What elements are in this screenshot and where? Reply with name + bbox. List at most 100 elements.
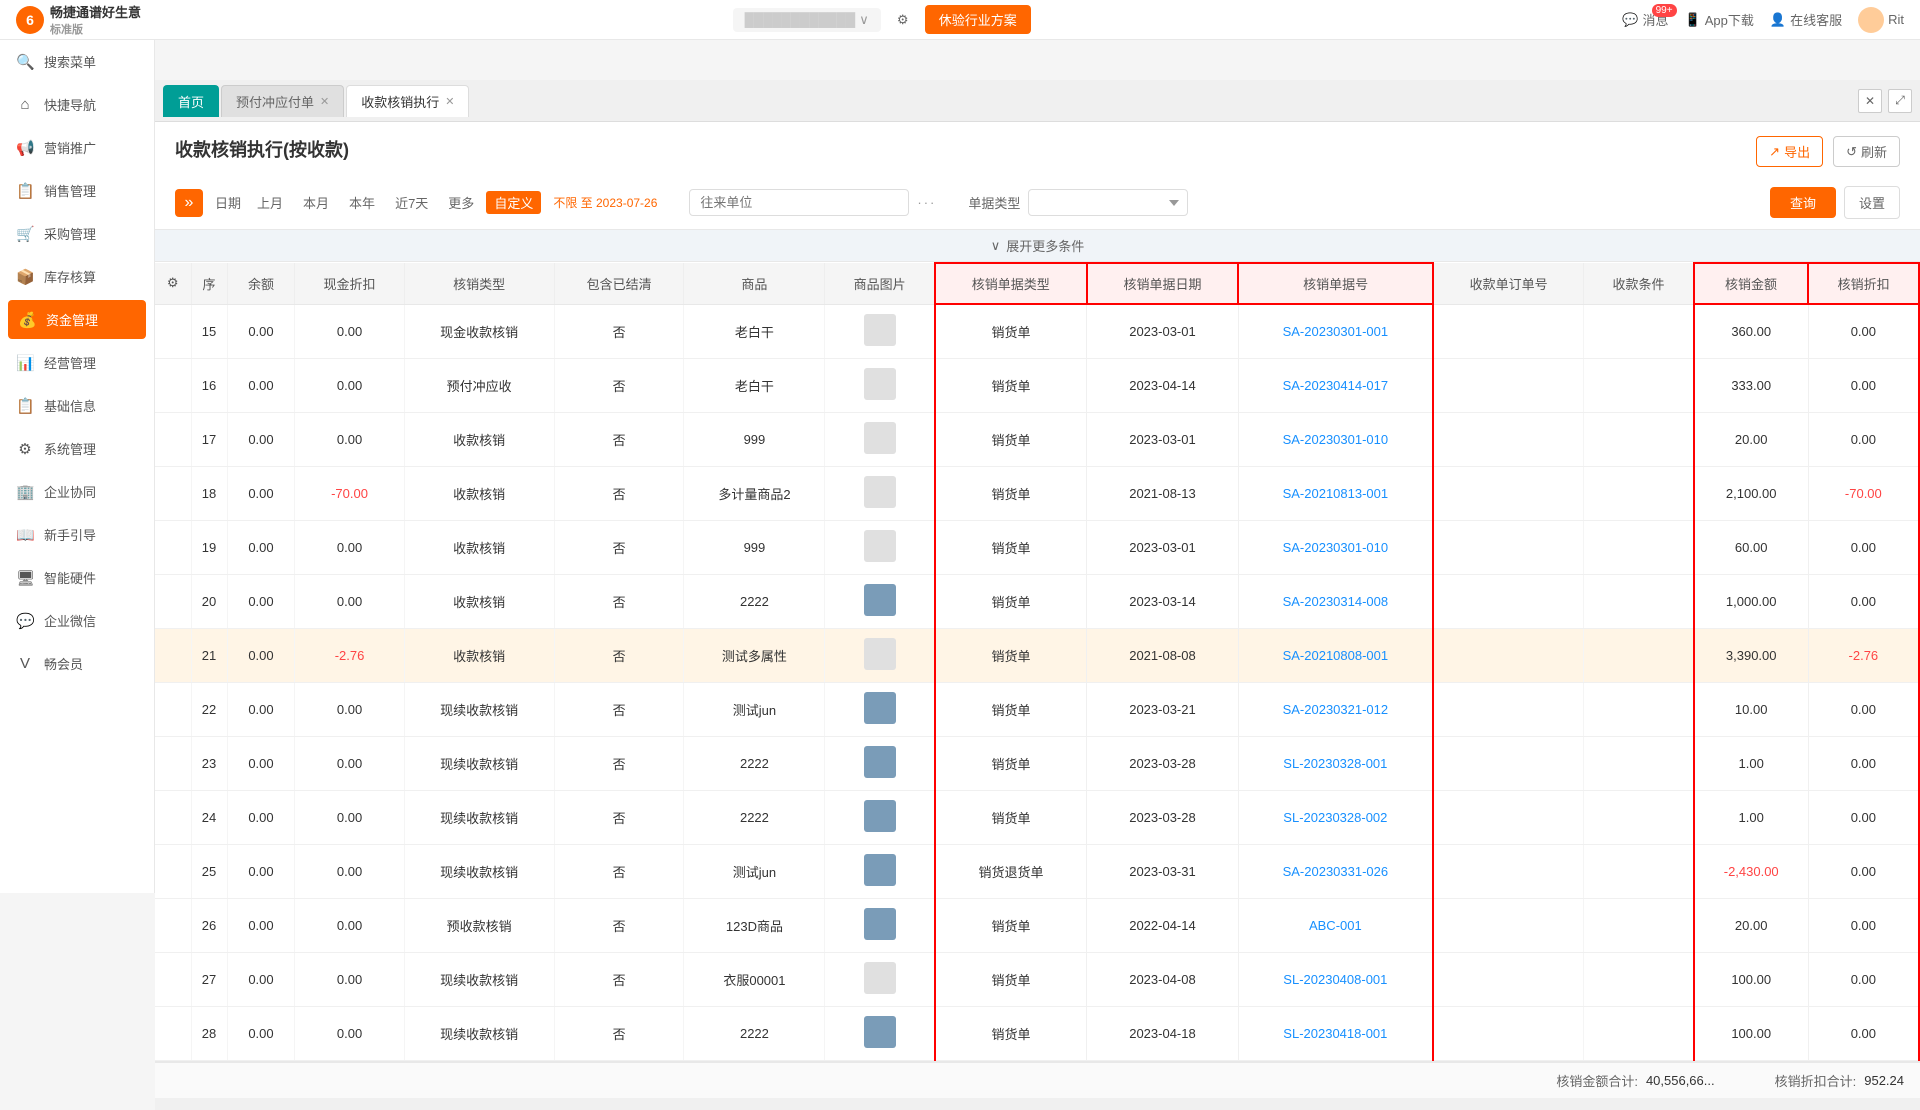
- cell-balance: 0.00: [227, 304, 295, 358]
- cell-product: 2222: [684, 736, 825, 790]
- bill-no-link[interactable]: SA-20210808-001: [1283, 648, 1389, 663]
- date-opt-last-month[interactable]: 上月: [249, 191, 291, 214]
- bill-no-link[interactable]: ABC-001: [1309, 918, 1362, 933]
- bill-no-link[interactable]: SA-20210813-001: [1283, 486, 1389, 501]
- expand-more-bar[interactable]: ∨ 展开更多条件: [155, 230, 1920, 262]
- sidebar-item-system[interactable]: ⚙ 系统管理: [0, 427, 154, 470]
- cell-balance: 0.00: [227, 952, 295, 1006]
- finance-icon: 💰: [18, 311, 36, 329]
- date-options: 上月 本月 本年 近7天 更多 自定义: [249, 191, 541, 214]
- cell-writeoff-bill-type: 销货单: [935, 304, 1087, 358]
- sidebar-item-hardware[interactable]: 🖥 智能硬件: [0, 556, 154, 599]
- date-opt-this-month[interactable]: 本月: [295, 191, 337, 214]
- tab-close-btn[interactable]: ✕: [1858, 89, 1882, 113]
- cell-balance: 0.00: [227, 1006, 295, 1060]
- cell-include-settled: 否: [554, 844, 684, 898]
- sidebar-label-search: 搜索菜单: [44, 52, 96, 71]
- page-content: 收款核销执行(按收款) ↗ 导出 ↺ 刷新 » 日期 上月 本月: [155, 122, 1920, 1110]
- sidebar-item-guide[interactable]: 📖 新手引导: [0, 513, 154, 556]
- cell-writeoff-type: 现续收款核销: [404, 952, 554, 1006]
- tab-prepay[interactable]: 预付冲应付单 ✕: [221, 85, 344, 117]
- cell-include-settled: 否: [554, 898, 684, 952]
- guide-icon: 📖: [16, 526, 34, 544]
- horizontal-scrollbar[interactable]: [155, 1098, 1920, 1110]
- user-menu[interactable]: Rit: [1858, 7, 1904, 33]
- cell-seq: 25: [191, 844, 227, 898]
- sidebar-label-purchase: 采购管理: [44, 224, 96, 243]
- date-opt-more[interactable]: 更多: [440, 191, 482, 214]
- sidebar-item-basic[interactable]: 📋 基础信息: [0, 384, 154, 427]
- cell-writeoff-discount: 0.00: [1808, 844, 1919, 898]
- expand-btn[interactable]: ∨ 展开更多条件: [991, 236, 1085, 255]
- cell-receipt-condition: [1584, 574, 1694, 628]
- cell-writeoff-bill-date: 2021-08-08: [1087, 628, 1239, 682]
- bill-no-link[interactable]: SL-20230418-001: [1283, 1026, 1387, 1041]
- tab-prepay-close[interactable]: ✕: [320, 95, 329, 108]
- logo-text-wrap: 畅捷通谱好生意 标准版: [50, 2, 141, 37]
- app-name: 畅捷通谱好生意: [50, 2, 141, 21]
- app-download-button[interactable]: 📱 App下载: [1685, 10, 1754, 29]
- cell-product: 2222: [684, 574, 825, 628]
- cell-cash-discount: 0.00: [295, 844, 404, 898]
- bill-no-link[interactable]: SA-20230321-012: [1283, 702, 1389, 717]
- cell-writeoff-type: 收款核销: [404, 412, 554, 466]
- col-settings[interactable]: ⚙: [155, 263, 191, 304]
- cell-seq: 24: [191, 790, 227, 844]
- sidebar-item-wechat[interactable]: 💬 企业微信: [0, 599, 154, 642]
- tab-home[interactable]: 首页: [163, 85, 219, 117]
- sidebar-item-inventory[interactable]: 📦 库存核算: [0, 255, 154, 298]
- date-opt-custom[interactable]: 自定义: [486, 191, 541, 214]
- from-unit-filter-group: ···: [689, 189, 936, 216]
- hardware-icon: 🖥: [16, 569, 34, 587]
- bill-type-select[interactable]: [1028, 189, 1188, 216]
- filter-toggle-button[interactable]: »: [175, 189, 203, 217]
- message-button[interactable]: 💬 消息 99+: [1622, 10, 1668, 29]
- industry-button[interactable]: 休验行业方案: [925, 5, 1031, 34]
- export-button[interactable]: ↗ 导出: [1756, 136, 1823, 167]
- top-bar-left: 6 畅捷通谱好生意 标准版: [16, 2, 141, 37]
- sidebar-item-search[interactable]: 🔍 搜索菜单: [0, 40, 154, 83]
- bill-no-link[interactable]: SA-20230331-026: [1283, 864, 1389, 879]
- sidebar-item-finance[interactable]: 💰 资金管理: [8, 300, 146, 339]
- date-opt-this-year[interactable]: 本年: [341, 191, 383, 214]
- date-opt-7days[interactable]: 近7天: [387, 191, 436, 214]
- sidebar-item-corp[interactable]: 🏢 企业协同: [0, 470, 154, 513]
- gear-button[interactable]: ⚙: [889, 6, 917, 34]
- bill-no-link[interactable]: SA-20230301-001: [1283, 324, 1389, 339]
- cell-writeoff-discount: 0.00: [1808, 304, 1919, 358]
- cell-cash-discount: 0.00: [295, 358, 404, 412]
- sidebar-item-shortcut[interactable]: ⌂ 快捷导航: [0, 83, 154, 126]
- bill-no-link[interactable]: SA-20230301-010: [1283, 432, 1389, 447]
- bill-no-link[interactable]: SL-20230408-001: [1283, 972, 1387, 987]
- sidebar-item-marketing[interactable]: 📢 营销推广: [0, 126, 154, 169]
- sidebar-item-business[interactable]: 📊 经营管理: [0, 341, 154, 384]
- company-selector[interactable]: ████████████ ∨: [733, 8, 881, 32]
- tab-writeoff[interactable]: 收款核销执行 ✕: [346, 85, 469, 117]
- cell-writeoff-discount: -2.76: [1808, 628, 1919, 682]
- bill-no-link[interactable]: SA-20230314-008: [1283, 594, 1389, 609]
- from-unit-input[interactable]: [689, 189, 909, 216]
- page-header-wrap: 收款核销执行(按收款) ↗ 导出 ↺ 刷新 » 日期 上月 本月: [155, 122, 1920, 230]
- sidebar-item-member[interactable]: V 畅会员: [0, 642, 154, 685]
- cell-writeoff-discount: 0.00: [1808, 736, 1919, 790]
- avatar: [1858, 7, 1884, 33]
- settings-button[interactable]: 设置: [1844, 186, 1900, 219]
- sidebar-item-sales[interactable]: 📋 销售管理: [0, 169, 154, 212]
- cell-cash-discount: -70.00: [295, 466, 404, 520]
- cell-writeoff-bill-date: 2023-03-01: [1087, 520, 1239, 574]
- online-service-button[interactable]: 👤 在线客服: [1770, 10, 1842, 29]
- tab-expand-btn[interactable]: ⤢: [1888, 89, 1912, 113]
- refresh-button[interactable]: ↺ 刷新: [1833, 136, 1900, 167]
- sidebar-item-purchase[interactable]: 🛒 采购管理: [0, 212, 154, 255]
- search-button[interactable]: 查询: [1770, 187, 1836, 218]
- bill-no-link[interactable]: SL-20230328-001: [1283, 756, 1387, 771]
- cell-receipt-order-no: [1433, 574, 1584, 628]
- tab-writeoff-close[interactable]: ✕: [445, 95, 454, 108]
- bill-no-link[interactable]: SL-20230328-002: [1283, 810, 1387, 825]
- cell-seq: 19: [191, 520, 227, 574]
- cell-writeoff-bill-date: 2022-04-14: [1087, 898, 1239, 952]
- cell-writeoff-bill-type: 销货退货单: [935, 844, 1087, 898]
- bill-no-link[interactable]: SA-20230414-017: [1283, 378, 1389, 393]
- cell-writeoff-discount: 0.00: [1808, 682, 1919, 736]
- bill-no-link[interactable]: SA-20230301-010: [1283, 540, 1389, 555]
